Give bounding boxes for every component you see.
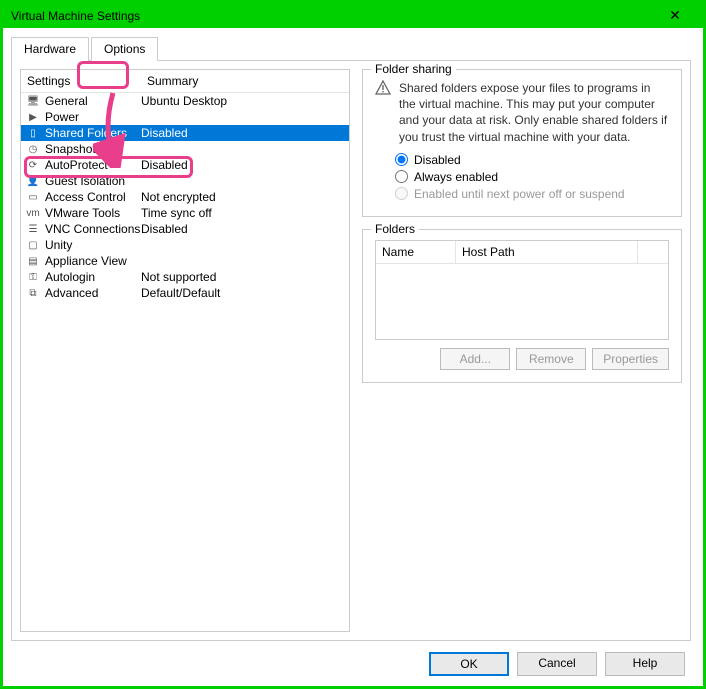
appliance-icon: ▤: [25, 254, 41, 268]
radio-until-label: Enabled until next power off or suspend: [414, 187, 625, 201]
list-item-summary: Time sync off: [141, 206, 345, 220]
list-item-name: General: [45, 94, 141, 108]
list-item-summary: Not encrypted: [141, 190, 345, 204]
monitor-icon: 🖥: [25, 94, 41, 108]
list-item[interactable]: ▢ Unity: [21, 237, 349, 253]
radio-disabled-input[interactable]: [395, 153, 408, 166]
list-item[interactable]: ▭ Access ControlNot encrypted: [21, 189, 349, 205]
chart-icon: ⧉: [25, 286, 41, 300]
list-item-name: VNC Connections: [45, 222, 141, 236]
folder-icon: ▯: [25, 126, 41, 140]
tab-strip: Hardware Options: [11, 36, 691, 61]
list-item[interactable]: ⚿ AutologinNot supported: [21, 269, 349, 285]
settings-list: Settings Summary 🖥GeneralUbuntu Desktop▶…: [20, 69, 350, 632]
list-item-name: VMware Tools: [45, 206, 141, 220]
list-item-name: Unity: [45, 238, 141, 252]
play-icon: ▶: [25, 110, 41, 124]
close-icon[interactable]: ✕: [655, 7, 695, 24]
unity-icon: ▢: [25, 238, 41, 252]
warning-text: Shared folders expose your files to prog…: [399, 80, 669, 145]
radio-until: Enabled until next power off or suspend: [395, 187, 669, 201]
list-item-summary: Ubuntu Desktop: [141, 94, 345, 108]
tab-hardware[interactable]: Hardware: [11, 37, 89, 61]
radio-always-input[interactable]: [395, 170, 408, 183]
radio-always[interactable]: Always enabled: [395, 170, 669, 184]
list-item[interactable]: 🖥 GeneralUbuntu Desktop: [21, 93, 349, 109]
list-item[interactable]: vm VMware ToolsTime sync off: [21, 205, 349, 221]
list-item-name: Autologin: [45, 270, 141, 284]
folders-col-end: [638, 241, 668, 263]
list-item[interactable]: ☰ VNC ConnectionsDisabled: [21, 221, 349, 237]
list-item-summary: Disabled: [141, 158, 345, 172]
tools-icon: vm: [25, 206, 41, 220]
list-item[interactable]: ▶ Power: [21, 109, 349, 125]
shield-icon: ⟳: [25, 158, 41, 172]
panel: Settings Summary 🖥GeneralUbuntu Desktop▶…: [11, 61, 691, 641]
radio-until-input: [395, 187, 408, 200]
add-button: Add...: [440, 348, 510, 370]
folders-table-header: Name Host Path: [376, 241, 668, 264]
group-title: Folder sharing: [371, 62, 456, 76]
camera-icon: ◷: [25, 142, 41, 156]
list-item[interactable]: ⧉ AdvancedDefault/Default: [21, 285, 349, 301]
col-header-settings: Settings: [21, 70, 141, 92]
remove-button: Remove: [516, 348, 586, 370]
settings-list-pane: Settings Summary 🖥GeneralUbuntu Desktop▶…: [20, 69, 350, 632]
list-item-name: Advanced: [45, 286, 141, 300]
folders-col-name: Name: [376, 241, 456, 263]
list-item[interactable]: ◷ Snapshots: [21, 141, 349, 157]
col-header-summary: Summary: [141, 70, 349, 92]
list-item-summary: Not supported: [141, 270, 345, 284]
radio-disabled-label: Disabled: [414, 153, 461, 167]
list-item-name: Appliance View: [45, 254, 141, 268]
vnc-icon: ☰: [25, 222, 41, 236]
list-item[interactable]: ⟳ AutoProtectDisabled: [21, 157, 349, 173]
folders-group: Folders Name Host Path Add... Remove Pro…: [362, 229, 682, 383]
list-item[interactable]: ▤ Appliance View: [21, 253, 349, 269]
folders-col-path: Host Path: [456, 241, 638, 263]
user-icon: 👤: [25, 174, 41, 188]
list-item-name: AutoProtect: [45, 158, 141, 172]
radio-disabled[interactable]: Disabled: [395, 153, 669, 167]
ok-button[interactable]: OK: [429, 652, 509, 676]
titlebar: Virtual Machine Settings ✕: [3, 3, 703, 28]
tab-options[interactable]: Options: [91, 37, 158, 61]
detail-pane: Folder sharing Shared folders expose you…: [362, 69, 682, 632]
settings-window: Virtual Machine Settings ✕ Hardware Opti…: [0, 0, 706, 689]
list-item-name: Snapshots: [45, 142, 141, 156]
list-header: Settings Summary: [21, 70, 349, 93]
list-item-summary: Default/Default: [141, 286, 345, 300]
list-item-name: Power: [45, 110, 141, 124]
properties-button: Properties: [592, 348, 669, 370]
list-item[interactable]: ▯ Shared FoldersDisabled: [21, 125, 349, 141]
radio-always-label: Always enabled: [414, 170, 498, 184]
list-item[interactable]: 👤 Guest Isolation: [21, 173, 349, 189]
dialog-footer: OK Cancel Help: [429, 652, 685, 676]
list-item-name: Access Control: [45, 190, 141, 204]
folders-buttons: Add... Remove Properties: [375, 348, 669, 370]
list-item-name: Guest Isolation: [45, 174, 141, 188]
list-item-name: Shared Folders: [45, 126, 141, 140]
list-item-summary: Disabled: [141, 222, 345, 236]
cancel-button[interactable]: Cancel: [517, 652, 597, 676]
folders-table: Name Host Path: [375, 240, 669, 340]
help-button[interactable]: Help: [605, 652, 685, 676]
folder-sharing-group: Folder sharing Shared folders expose you…: [362, 69, 682, 217]
lock-icon: ▭: [25, 190, 41, 204]
warning-icon: [375, 80, 391, 145]
list-item-summary: Disabled: [141, 126, 345, 140]
window-title: Virtual Machine Settings: [11, 9, 655, 23]
key-icon: ⚿: [25, 270, 41, 284]
folders-group-title: Folders: [371, 222, 419, 236]
warning: Shared folders expose your files to prog…: [375, 80, 669, 145]
